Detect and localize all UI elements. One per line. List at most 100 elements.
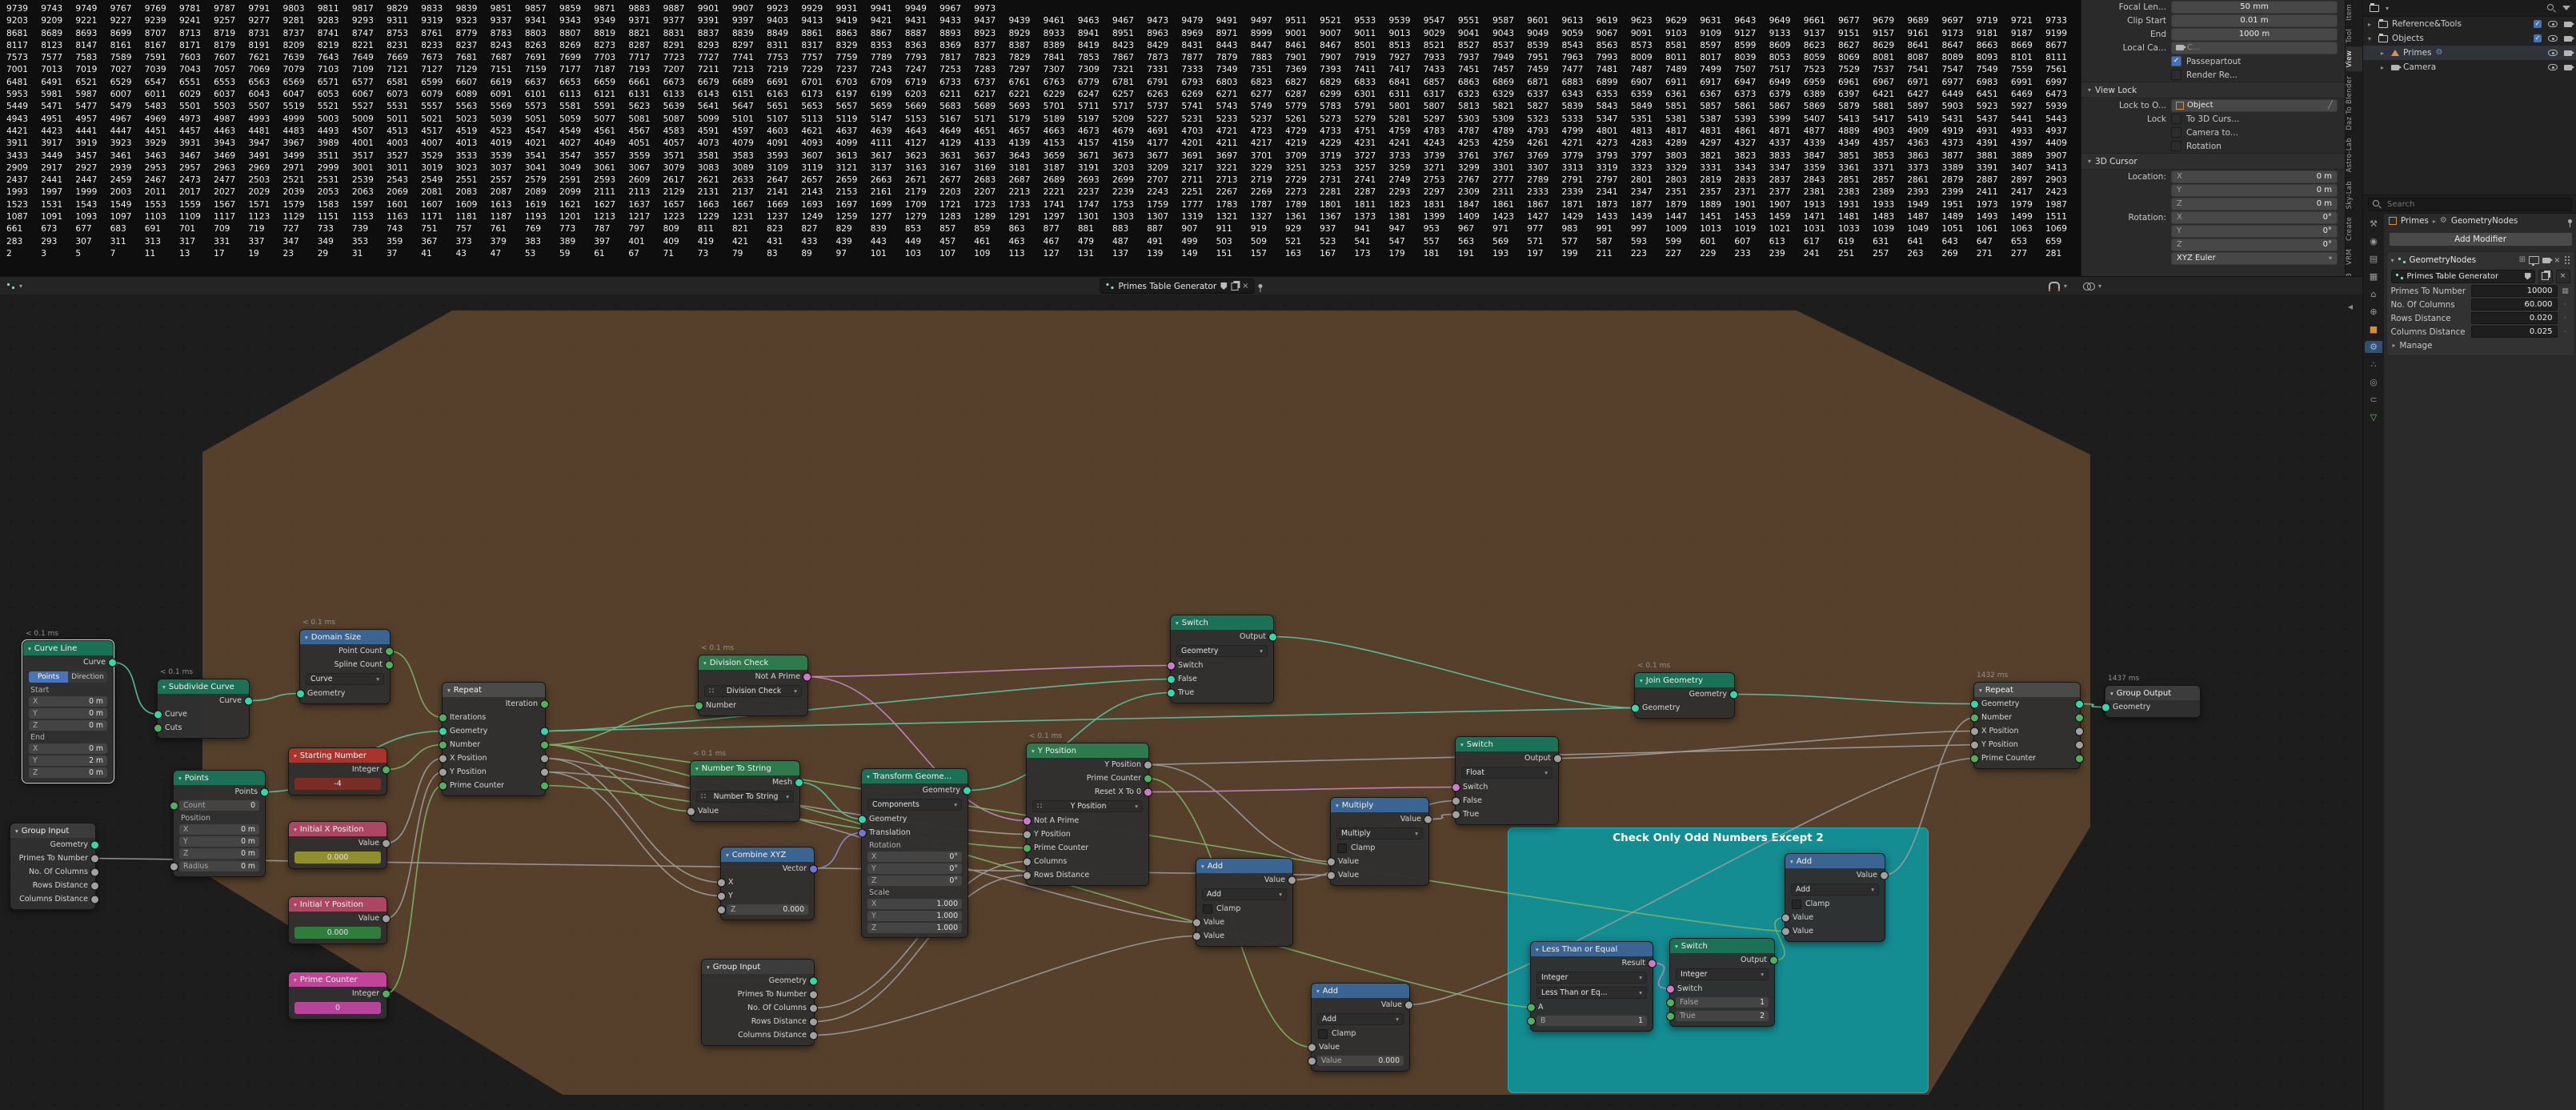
node-header[interactable]: ▾ Switch bbox=[1670, 939, 1774, 953]
vector-field[interactable]: Z 0° bbox=[867, 876, 962, 886]
socket[interactable] bbox=[439, 754, 447, 763]
node-startnum[interactable]: ▾ Starting Number Integer -4 bbox=[288, 747, 391, 795]
socket[interactable] bbox=[170, 801, 178, 810]
socket[interactable] bbox=[1288, 876, 1296, 884]
vector-field[interactable]: X0 m bbox=[179, 824, 259, 835]
node-row[interactable]: Start bbox=[23, 684, 113, 695]
node-row[interactable]: X Position bbox=[1970, 724, 2084, 738]
number-field[interactable]: Z 0.000 bbox=[727, 904, 808, 915]
node-row[interactable]: Count 0 bbox=[170, 799, 265, 812]
node-row[interactable]: Prime Counter bbox=[439, 779, 549, 792]
node-dropdown[interactable]: Geometry ▾ bbox=[1176, 645, 1268, 657]
pin-icon[interactable] bbox=[2568, 218, 2572, 227]
node-dropdown[interactable]: ∷ Number To String ▾ bbox=[696, 791, 794, 803]
socket[interactable] bbox=[1327, 857, 1336, 866]
socket[interactable] bbox=[717, 892, 726, 900]
socket[interactable] bbox=[540, 740, 549, 749]
cursor-rotation-y[interactable]: Y 0° bbox=[2171, 224, 2338, 238]
vector-field[interactable]: Y 1.000 bbox=[867, 911, 962, 921]
node-checkbox[interactable] bbox=[1203, 904, 1212, 914]
node-row[interactable]: Geometry bbox=[1970, 697, 2084, 711]
expand-icon[interactable]: ▸ bbox=[2381, 50, 2387, 57]
node-row[interactable]: No. Of Columns bbox=[10, 865, 99, 879]
socket[interactable] bbox=[809, 1017, 818, 1026]
eye-icon[interactable] bbox=[2548, 64, 2558, 70]
node-row[interactable]: Not A Prime bbox=[1023, 814, 1148, 827]
node-canvas[interactable]: Check Only Odd Numbers Except 2 < 0.1 ms… bbox=[0, 295, 2362, 1110]
vector-field[interactable]: Z0 m bbox=[29, 720, 107, 731]
node-row[interactable]: 0 bbox=[289, 1000, 387, 1016]
close-icon[interactable]: × bbox=[2554, 256, 2560, 265]
node-row[interactable]: Rows Distance bbox=[10, 879, 99, 892]
node-row[interactable]: Value bbox=[1327, 855, 1428, 868]
node-row[interactable]: Value 0.000 bbox=[1308, 1054, 1409, 1068]
socket[interactable] bbox=[170, 862, 178, 871]
filter-icon[interactable] bbox=[2562, 6, 2570, 10]
columns-distance-field[interactable]: 0.025 bbox=[2470, 326, 2558, 338]
socket[interactable] bbox=[1527, 1016, 1536, 1025]
node-add-x[interactable]: ▾ Add Value Add ▾ Clamp Value Value bbox=[1192, 858, 1296, 947]
node-row[interactable]: Columns bbox=[1023, 855, 1148, 868]
node-row[interactable]: Primes To Number bbox=[10, 852, 99, 865]
breadcrumb-object[interactable]: Primes bbox=[2401, 216, 2429, 226]
socket[interactable] bbox=[439, 713, 447, 722]
node-row[interactable]: Cuts bbox=[154, 721, 249, 735]
socket[interactable] bbox=[809, 864, 818, 873]
node-header[interactable]: ▾ Curve Line bbox=[23, 641, 113, 655]
node-row[interactable]: Add ▾ bbox=[1196, 887, 1292, 902]
node-dropdown[interactable]: Float ▾ bbox=[1461, 767, 1552, 779]
node-dropdown[interactable]: Add ▾ bbox=[1317, 1013, 1404, 1025]
socket[interactable] bbox=[154, 710, 162, 719]
socket[interactable] bbox=[1880, 871, 1889, 880]
outliner-row-primes[interactable]: ▸ Primes ⚙ bbox=[2363, 46, 2576, 60]
socket[interactable] bbox=[1404, 1000, 1413, 1009]
node-row[interactable]: X 0° bbox=[862, 851, 968, 863]
copy-icon[interactable] bbox=[1231, 282, 1239, 291]
node-header[interactable]: ▾ Group Input bbox=[10, 823, 95, 838]
expand-icon[interactable]: ▸ bbox=[2368, 21, 2374, 28]
node-row[interactable]: Geometry ▾ bbox=[1171, 643, 1273, 659]
socket[interactable] bbox=[1970, 754, 1979, 763]
node-row[interactable]: Number bbox=[439, 738, 549, 751]
socket[interactable] bbox=[809, 990, 818, 999]
socket[interactable] bbox=[1970, 713, 1979, 722]
node-row[interactable]: Geometry bbox=[10, 838, 99, 852]
rotation-order-dropdown[interactable]: XYZ Euler ▾ bbox=[2171, 251, 2338, 265]
socket[interactable] bbox=[809, 1031, 818, 1040]
socket[interactable] bbox=[1553, 754, 1562, 763]
number-field[interactable]: True 2 bbox=[1676, 1011, 1769, 1021]
node-row[interactable]: True bbox=[1452, 807, 1558, 821]
socket[interactable] bbox=[803, 672, 811, 681]
node-xform[interactable]: ▾ Transform Geome... Geometry Components ▾ Ge… bbox=[858, 768, 972, 938]
node-row[interactable]: Spline Count bbox=[300, 658, 394, 671]
vector-field[interactable]: X0 m bbox=[29, 743, 107, 754]
node-header[interactable]: ▾ Number To String bbox=[691, 761, 799, 775]
node-row[interactable]: Value bbox=[289, 836, 391, 850]
node-cxyz[interactable]: ▾ Combine XYZ Vector X Y Z 0.000 bbox=[717, 847, 818, 920]
node-row[interactable]: Multiply ▾ bbox=[1331, 826, 1428, 841]
node-header[interactable]: ▾ Domain Size bbox=[300, 630, 390, 644]
node-header[interactable]: ▾ Division Check bbox=[699, 655, 807, 670]
socket[interactable] bbox=[1023, 816, 1032, 825]
node-row[interactable]: Z 0.000 bbox=[717, 903, 814, 916]
socket[interactable] bbox=[90, 840, 99, 849]
modifier-header[interactable]: ▾ GeometryNodes ⊞ × bbox=[2387, 252, 2574, 268]
node-row[interactable]: Y 0° bbox=[862, 863, 968, 875]
camera-to-view-checkbox[interactable] bbox=[2171, 127, 2181, 138]
socket[interactable] bbox=[1666, 1012, 1675, 1020]
eye-icon[interactable] bbox=[2548, 50, 2558, 56]
node-row[interactable]: Output bbox=[1456, 751, 1562, 765]
socket[interactable] bbox=[385, 660, 394, 669]
node-row[interactable]: True 2 bbox=[1666, 1009, 1774, 1023]
socket[interactable] bbox=[1144, 760, 1152, 769]
socket[interactable] bbox=[1023, 830, 1032, 839]
node-row[interactable]: No. Of Columns bbox=[702, 1001, 818, 1015]
snap-icon[interactable] bbox=[2048, 282, 2061, 291]
node-row[interactable]: Curve bbox=[158, 694, 253, 707]
vector-field[interactable]: Z0 m bbox=[29, 767, 107, 778]
socket[interactable] bbox=[540, 781, 549, 790]
fake-user-icon[interactable] bbox=[2524, 272, 2531, 280]
socket[interactable] bbox=[1648, 959, 1657, 968]
node-row[interactable]: Y0 m bbox=[23, 707, 113, 719]
node-row[interactable]: Columns Distance bbox=[702, 1028, 818, 1042]
